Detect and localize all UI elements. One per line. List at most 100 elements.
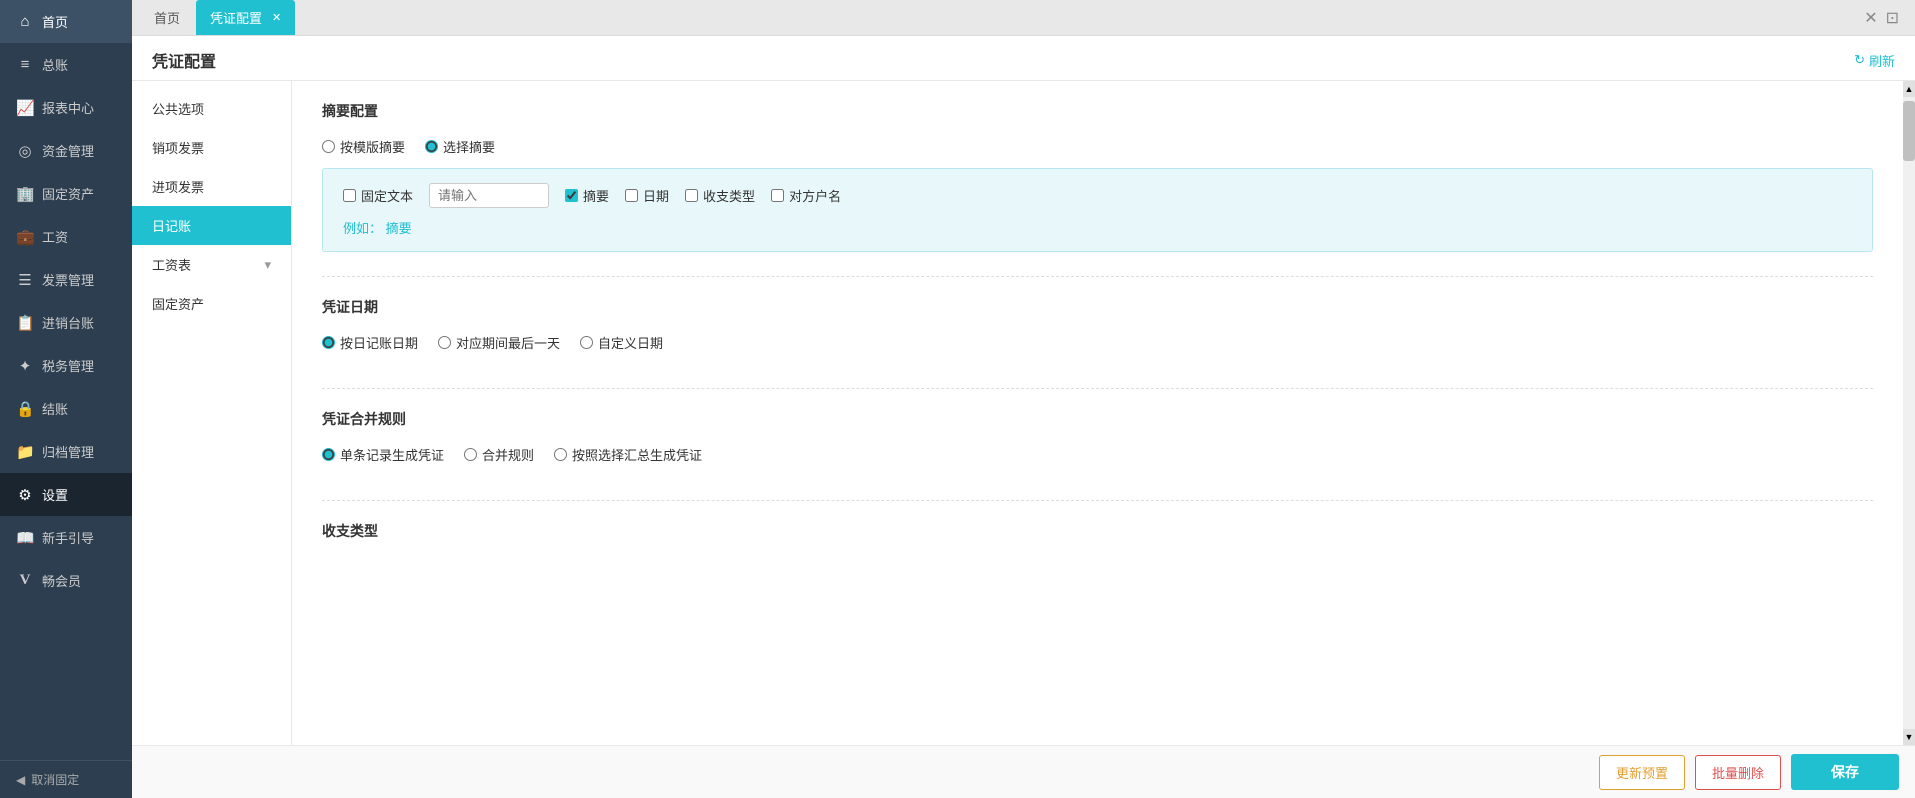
page-title: 凭证配置: [152, 48, 216, 72]
ledger-icon: ≡: [16, 56, 34, 73]
sidebar-item-payroll[interactable]: 💼 工资: [0, 215, 132, 258]
tab-voucher-config[interactable]: 凭证配置 ✕: [196, 0, 295, 35]
voucher-date-radio-group: 按日记账日期 对应期间最后一天 自定义日期: [322, 333, 1873, 352]
by-journal-date-option[interactable]: 按日记账日期: [322, 333, 418, 352]
income-type-checkbox[interactable]: [685, 189, 698, 202]
sidebar-item-guide[interactable]: 📖 新手引导: [0, 516, 132, 559]
sidebar-item-tax[interactable]: ✦ 税务管理: [0, 344, 132, 387]
nav-item-sales-invoice[interactable]: 销项发票: [132, 128, 291, 167]
merge-rules-title: 凭证合并规则: [322, 409, 1873, 429]
content-area: 公共选项 销项发票 进项发票 日记账 工资表 ▾ 固定资产: [132, 81, 1915, 745]
tab-home[interactable]: 首页: [140, 0, 194, 35]
tab-close-icon[interactable]: ✕: [272, 11, 281, 24]
counterparty-checkbox[interactable]: [771, 189, 784, 202]
summary-checkbox-row: 固定文本 摘要 日期: [343, 183, 1852, 208]
by-journal-date-radio[interactable]: [322, 336, 335, 349]
summary-radio-group: 按模版摘要 选择摘要: [322, 137, 1873, 156]
close-window-icon[interactable]: ✕: [1864, 8, 1877, 28]
right-scrollbar: ▲ ▼: [1903, 81, 1915, 745]
fixed-text-checkbox[interactable]: [343, 189, 356, 202]
tabbar: 首页 凭证配置 ✕ ✕ ⊡: [132, 0, 1915, 36]
summary-checkbox[interactable]: [565, 189, 578, 202]
single-record-option[interactable]: 单条记录生成凭证: [322, 445, 444, 464]
bottom-action-bar: 更新预置 批量删除 保存: [132, 745, 1915, 798]
maximize-window-icon[interactable]: ⊡: [1886, 8, 1899, 28]
invoice-icon: ☰: [16, 271, 34, 289]
scrollbar-track: [1903, 97, 1915, 729]
main-area: 首页 凭证配置 ✕ ✕ ⊡ 凭证配置 ↻ 刷新 公共选项 销项发票: [132, 0, 1915, 798]
chevron-down-icon: ▾: [264, 257, 271, 273]
scrollbar-down-arrow[interactable]: ▼: [1903, 729, 1915, 745]
summary-preview: 例如： 摘要: [343, 218, 1852, 237]
date-checkbox-option[interactable]: 日期: [625, 186, 669, 205]
summary-config-section: 摘要配置 按模版摘要 选择摘要: [322, 101, 1873, 277]
member-icon: V: [16, 572, 34, 589]
template-summary-option[interactable]: 按模版摘要: [322, 137, 405, 156]
left-nav: 公共选项 销项发票 进项发票 日记账 工资表 ▾ 固定资产: [132, 81, 292, 745]
by-selection-radio[interactable]: [554, 448, 567, 461]
custom-date-radio[interactable]: [580, 336, 593, 349]
fixed-text-input[interactable]: [429, 183, 549, 208]
by-period-last-day-radio[interactable]: [438, 336, 451, 349]
guide-icon: 📖: [16, 529, 34, 547]
config-panel: 摘要配置 按模版摘要 选择摘要: [292, 81, 1903, 745]
batch-delete-button[interactable]: 批量删除: [1695, 755, 1781, 790]
merge-rules-section: 凭证合并规则 单条记录生成凭证 合并规则 按照选择汇总生成凭证: [322, 409, 1873, 501]
fixed-text-option[interactable]: 固定文本: [343, 186, 413, 205]
sidebar-item-assets[interactable]: 🏢 固定资产: [0, 172, 132, 215]
tax-icon: ✦: [16, 357, 34, 375]
income-type-section: 收支类型: [322, 521, 1873, 581]
refresh-icon: ↻: [1854, 52, 1865, 68]
single-record-radio[interactable]: [322, 448, 335, 461]
sidebar-item-close[interactable]: 🔒 结账: [0, 387, 132, 430]
summary-detail-box: 固定文本 摘要 日期: [322, 168, 1873, 252]
sidebar-item-reports[interactable]: 📈 报表中心: [0, 86, 132, 129]
page-header: 凭证配置 ↻ 刷新: [132, 36, 1915, 81]
scrollbar-up-arrow[interactable]: ▲: [1903, 81, 1915, 97]
select-summary-option[interactable]: 选择摘要: [425, 137, 495, 156]
merge-rules-option[interactable]: 合并规则: [464, 445, 534, 464]
refresh-button[interactable]: ↻ 刷新: [1854, 51, 1895, 70]
by-period-last-day-option[interactable]: 对应期间最后一天: [438, 333, 560, 352]
pin-icon: ◀: [16, 773, 25, 787]
nav-item-purchase-invoice[interactable]: 进项发票: [132, 167, 291, 206]
income-type-title: 收支类型: [322, 521, 1873, 541]
sidebar-item-ledger[interactable]: ≡ 总账: [0, 43, 132, 86]
close-accounts-icon: 🔒: [16, 400, 34, 418]
select-summary-radio[interactable]: [425, 140, 438, 153]
nav-item-payroll-table[interactable]: 工资表 ▾: [132, 245, 291, 284]
sidebar-item-invoice-mgmt[interactable]: ☰ 发票管理: [0, 258, 132, 301]
nav-item-fixed-assets[interactable]: 固定资产: [132, 284, 291, 323]
sidebar-item-member[interactable]: V 畅会员: [0, 559, 132, 602]
summary-config-title: 摘要配置: [322, 101, 1873, 121]
sidebar-item-purchase-sales[interactable]: 📋 进销台账: [0, 301, 132, 344]
income-type-checkbox-option[interactable]: 收支类型: [685, 186, 755, 205]
voucher-date-section: 凭证日期 按日记账日期 对应期间最后一天 自定义日期: [322, 297, 1873, 389]
sidebar-item-home[interactable]: ⌂ 首页: [0, 0, 132, 43]
sidebar-item-funds[interactable]: ◎ 资金管理: [0, 129, 132, 172]
sidebar-nav: ⌂ 首页 ≡ 总账 📈 报表中心 ◎ 资金管理 🏢 固定资产 💼 工资 ☰ 发票…: [0, 0, 132, 760]
merge-rules-radio[interactable]: [464, 448, 477, 461]
payroll-icon: 💼: [16, 228, 34, 246]
template-summary-radio[interactable]: [322, 140, 335, 153]
nav-item-public[interactable]: 公共选项: [132, 89, 291, 128]
save-button[interactable]: 保存: [1791, 754, 1899, 790]
unpin-button[interactable]: ◀ 取消固定: [0, 761, 132, 798]
window-controls: ✕ ⊡: [1864, 8, 1907, 28]
custom-date-option[interactable]: 自定义日期: [580, 333, 663, 352]
settings-icon: ⚙: [16, 486, 34, 504]
summary-checkbox-option[interactable]: 摘要: [565, 186, 609, 205]
update-preview-button[interactable]: 更新预置: [1599, 755, 1685, 790]
counterparty-checkbox-option[interactable]: 对方户名: [771, 186, 841, 205]
sidebar-item-settings[interactable]: ⚙ 设置: [0, 473, 132, 516]
sidebar-bottom: ◀ 取消固定: [0, 760, 132, 798]
sidebar-item-archive[interactable]: 📁 归档管理: [0, 430, 132, 473]
sidebar: ⌂ 首页 ≡ 总账 📈 报表中心 ◎ 资金管理 🏢 固定资产 💼 工资 ☰ 发票…: [0, 0, 132, 798]
home-icon: ⌂: [16, 13, 34, 30]
scrollbar-thumb[interactable]: [1903, 101, 1915, 161]
merge-rules-radio-group: 单条记录生成凭证 合并规则 按照选择汇总生成凭证: [322, 445, 1873, 464]
by-selection-option[interactable]: 按照选择汇总生成凭证: [554, 445, 702, 464]
nav-item-journal[interactable]: 日记账: [132, 206, 291, 245]
date-checkbox[interactable]: [625, 189, 638, 202]
reports-icon: 📈: [16, 99, 34, 117]
